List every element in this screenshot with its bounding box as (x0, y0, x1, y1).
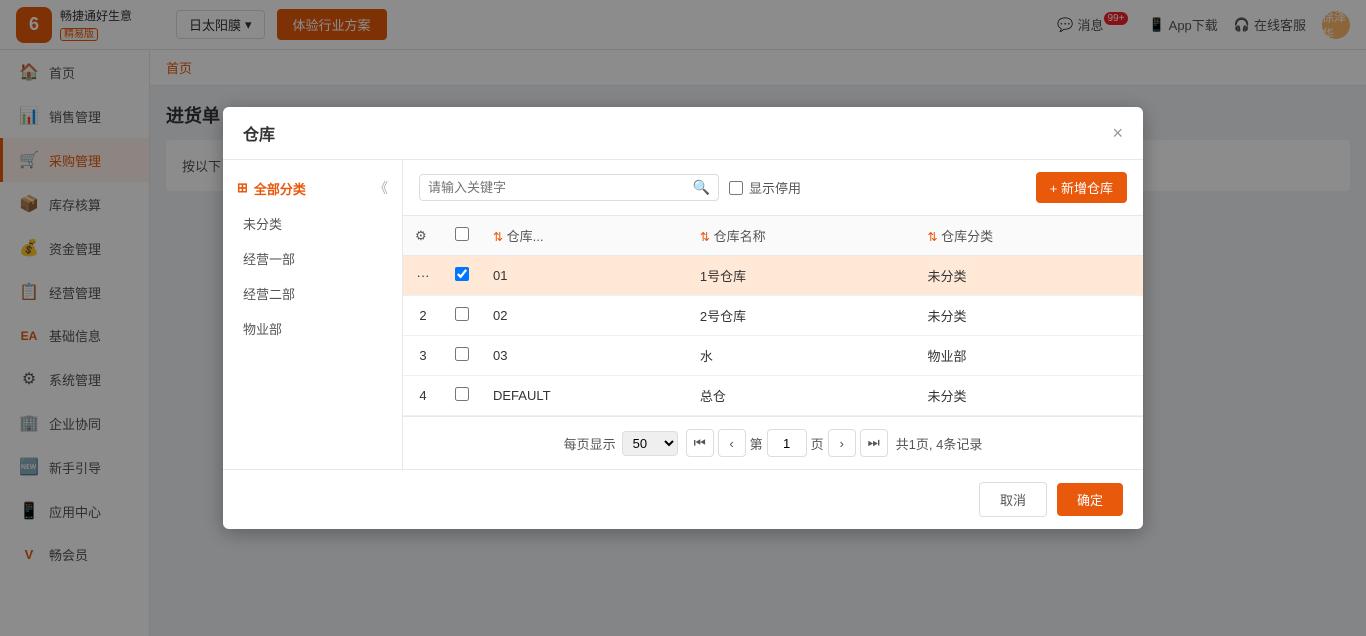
col-gear: ⚙ (403, 216, 443, 256)
table-body: ··· 01 1号仓库 未分类 2 02 2号仓库 未分类 3 03 水 物业部… (403, 256, 1143, 416)
row-category: 未分类 (915, 296, 1143, 336)
row-code: DEFAULT (481, 376, 688, 416)
row-name: 2号仓库 (688, 296, 916, 336)
last-page-button[interactable]: ⏭ (860, 429, 888, 457)
row-category: 未分类 (915, 256, 1143, 296)
per-page-select[interactable]: 50 10 20 100 (622, 431, 678, 456)
row-checkbox[interactable] (455, 267, 469, 281)
category-item-property[interactable]: 物业部 (223, 311, 402, 346)
prev-page-button[interactable]: ‹ (718, 429, 746, 457)
add-warehouse-button[interactable]: + 新增仓库 (1036, 172, 1127, 203)
row-checkbox-cell (443, 296, 481, 336)
show-disabled-label[interactable]: 显示停用 (729, 178, 801, 197)
row-name: 水 (688, 336, 916, 376)
col-checkbox (443, 216, 481, 256)
modal-body: ⊞ 全部分类 《 未分类 经营一部 经营二部 物业部 🔍 显示停用 (223, 160, 1143, 469)
per-page-label: 每页显示 (564, 434, 616, 453)
next-page-button[interactable]: › (828, 429, 856, 457)
table-container: ⚙ ⇅ 仓库... ⇅ 仓库名称 (403, 216, 1143, 416)
category-item-ops1[interactable]: 经营一部 (223, 241, 402, 276)
row-name: 1号仓库 (688, 256, 916, 296)
row-actions: 3 (403, 336, 443, 376)
sort-icon-cat: ⇅ (927, 230, 937, 244)
show-disabled-checkbox[interactable] (729, 181, 743, 195)
row-actions: ··· (403, 256, 443, 296)
table-row[interactable]: 3 03 水 物业部 (403, 336, 1143, 376)
row-checkbox-cell (443, 376, 481, 416)
table-row[interactable]: 4 DEFAULT 总仓 未分类 (403, 376, 1143, 416)
sort-icon: ⇅ (493, 230, 503, 244)
row-actions: 2 (403, 296, 443, 336)
modal-title: 仓库 (243, 121, 275, 145)
row-checkbox[interactable] (455, 387, 469, 401)
first-page-button[interactable]: ⏮ (686, 429, 714, 457)
search-input[interactable] (428, 180, 687, 195)
modal-close-button[interactable]: × (1112, 123, 1123, 144)
page-prefix: 第 (750, 434, 763, 453)
row-code: 03 (481, 336, 688, 376)
table-row[interactable]: ··· 01 1号仓库 未分类 (403, 256, 1143, 296)
table-head: ⚙ ⇅ 仓库... ⇅ 仓库名称 (403, 216, 1143, 256)
category-item-ops2[interactable]: 经营二部 (223, 276, 402, 311)
category-item-unclassified[interactable]: 未分类 (223, 206, 402, 241)
table-row[interactable]: 2 02 2号仓库 未分类 (403, 296, 1143, 336)
col-name: ⇅ 仓库名称 (688, 216, 916, 256)
cancel-button[interactable]: 取消 (979, 482, 1047, 517)
all-category-label: 全部分类 (254, 179, 306, 198)
col-category: ⇅ 仓库分类 (915, 216, 1143, 256)
row-code: 02 (481, 296, 688, 336)
per-page-control: 每页显示 50 10 20 100 (564, 431, 678, 456)
warehouse-table: ⚙ ⇅ 仓库... ⇅ 仓库名称 (403, 216, 1143, 416)
gear-icon[interactable]: ⚙ (415, 228, 427, 243)
table-toolbar: 🔍 显示停用 + 新增仓库 (403, 160, 1143, 216)
warehouse-modal: 仓库 × ⊞ 全部分类 《 未分类 经营一部 经营二部 物业部 (223, 107, 1143, 529)
modal-footer: 取消 确定 (223, 469, 1143, 529)
modal-header: 仓库 × (223, 107, 1143, 160)
row-checkbox[interactable] (455, 347, 469, 361)
row-checkbox[interactable] (455, 307, 469, 321)
collapse-button[interactable]: 《 (374, 178, 388, 198)
search-wrap: 🔍 (419, 174, 719, 201)
row-checkbox-cell (443, 256, 481, 296)
category-header: ⊞ 全部分类 《 (223, 170, 402, 206)
select-all-checkbox[interactable] (455, 227, 469, 241)
table-panel: 🔍 显示停用 + 新增仓库 ⚙ (403, 160, 1143, 469)
pagination: 每页显示 50 10 20 100 ⏮ ‹ 第 页 › ⏭ (403, 416, 1143, 469)
row-category: 未分类 (915, 376, 1143, 416)
page-nav: ⏮ ‹ 第 页 › ⏭ (686, 429, 888, 457)
page-suffix: 页 (811, 434, 824, 453)
col-code: ⇅ 仓库... (481, 216, 688, 256)
sort-icon-name: ⇅ (700, 230, 710, 244)
row-code: 01 (481, 256, 688, 296)
row-category: 物业部 (915, 336, 1143, 376)
confirm-button[interactable]: 确定 (1057, 483, 1123, 516)
total-info: 共1页, 4条记录 (896, 434, 983, 453)
page-number-input[interactable] (767, 429, 807, 457)
grid-icon: ⊞ (237, 180, 248, 196)
search-icon: 🔍 (693, 179, 710, 196)
row-name: 总仓 (688, 376, 916, 416)
more-icon[interactable]: ··· (417, 268, 430, 283)
category-panel: ⊞ 全部分类 《 未分类 经营一部 经营二部 物业部 (223, 160, 403, 469)
row-actions: 4 (403, 376, 443, 416)
all-category-title[interactable]: ⊞ 全部分类 (237, 179, 306, 198)
row-checkbox-cell (443, 336, 481, 376)
